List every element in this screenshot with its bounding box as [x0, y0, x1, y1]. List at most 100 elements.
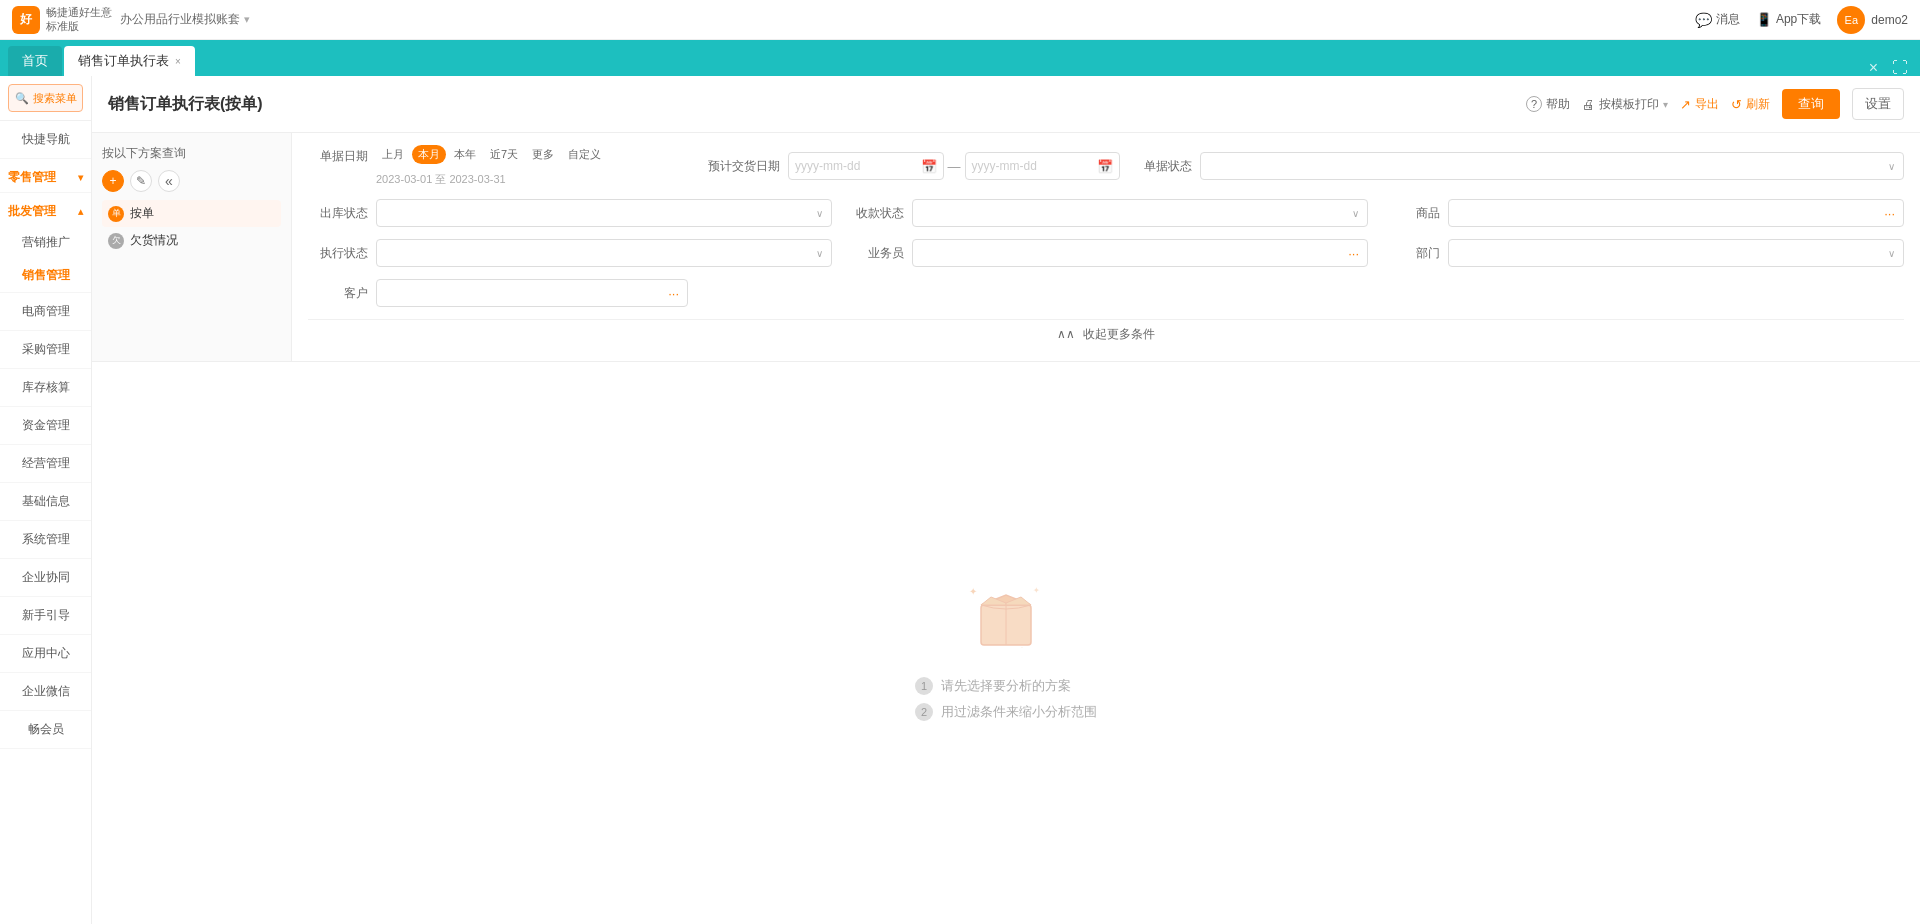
- plus-icon: +: [109, 174, 116, 188]
- content-area: 销售订单执行表(按单) ? 帮助 🖨 按模板打印 ▾ ↗ 导出 ↺ 刷新: [92, 76, 1920, 924]
- goods-more-icon[interactable]: ···: [1884, 206, 1895, 221]
- expected-date-label: 预计交货日期: [700, 158, 780, 175]
- export-label: 导出: [1695, 96, 1719, 113]
- date-tab-this-month[interactable]: 本月: [412, 145, 446, 164]
- sidebar-item-shortcut[interactable]: 快捷导航: [0, 121, 91, 159]
- logo-area: 好 畅捷通好生意 标准版: [12, 6, 112, 34]
- tab-close-icon[interactable]: ×: [175, 56, 181, 67]
- sidebar-section-title-wholesale[interactable]: 批发管理 ▴: [0, 193, 91, 226]
- tab-home[interactable]: 首页: [8, 46, 62, 76]
- date-separator: —: [948, 159, 961, 174]
- main-layout: 🔍 搜索菜单 快捷导航 零售管理 ▾ 批发管理 ▴ 营销推广 销售管理: [0, 76, 1920, 924]
- scheme-item-dot-debt: 欠: [108, 233, 124, 249]
- svg-text:·: ·: [1021, 644, 1023, 651]
- scheme-collapse-button[interactable]: «: [158, 170, 180, 192]
- export-button[interactable]: ↗ 导出: [1680, 96, 1719, 113]
- svg-text:✦: ✦: [969, 586, 977, 597]
- sidebar-item-ecom[interactable]: 电商管理: [0, 293, 91, 331]
- exec-dropdown-icon: ∨: [816, 248, 823, 259]
- collapse-arrow-icon: ∧∧: [1057, 327, 1075, 341]
- help-button[interactable]: ? 帮助: [1526, 96, 1570, 113]
- settings-button[interactable]: 设置: [1852, 88, 1904, 120]
- date-tab-more[interactable]: 更多: [526, 145, 560, 164]
- salesperson-select[interactable]: ···: [912, 239, 1368, 267]
- filter-row-1: 单据日期 上月 本月 本年 近7天 更多 自定义 2023: [308, 145, 1904, 187]
- help-icon: ?: [1526, 96, 1542, 112]
- sidebar-item-purchase[interactable]: 采购管理: [0, 331, 91, 369]
- outbound-select[interactable]: ∨: [376, 199, 832, 227]
- calendar-icon-from: 📅: [921, 159, 937, 174]
- customer-more-icon[interactable]: ···: [668, 286, 679, 301]
- help-label: 帮助: [1546, 96, 1570, 113]
- app-logo-text: 畅捷通好生意 标准版: [46, 6, 112, 32]
- sidebar-item-inventory[interactable]: 库存核算: [0, 369, 91, 407]
- outbound-dropdown-icon: ∨: [816, 208, 823, 219]
- collapse-more-button[interactable]: ∧∧ 收起更多条件: [308, 319, 1904, 349]
- print-icon: 🖨: [1582, 97, 1595, 112]
- sidebar-item-appstore[interactable]: 应用中心: [0, 635, 91, 673]
- export-icon: ↗: [1680, 97, 1691, 112]
- expected-date-to-input[interactable]: yyyy-mm-dd 📅: [965, 152, 1121, 180]
- refresh-button[interactable]: ↺ 刷新: [1731, 96, 1770, 113]
- tab-active-label: 销售订单执行表: [78, 52, 169, 70]
- refresh-label: 刷新: [1746, 96, 1770, 113]
- window-close-button[interactable]: ×: [1865, 60, 1882, 76]
- sidebar-item-sales[interactable]: 销售管理: [0, 259, 91, 292]
- date-tab-custom[interactable]: 自定义: [562, 145, 607, 164]
- payment-select[interactable]: ∨: [912, 199, 1368, 227]
- sidebar-item-finance[interactable]: 资金管理: [0, 407, 91, 445]
- sidebar-item-system[interactable]: 系统管理: [0, 521, 91, 559]
- filter-field-goods: 商品 ···: [1380, 199, 1904, 227]
- dept-select[interactable]: ∨: [1448, 239, 1904, 267]
- salesperson-more-icon[interactable]: ···: [1348, 246, 1359, 261]
- sidebar-item-marketing[interactable]: 营销推广: [0, 226, 91, 259]
- date-to-placeholder: yyyy-mm-dd: [972, 159, 1037, 173]
- scheme-edit-button[interactable]: ✎: [130, 170, 152, 192]
- filter-panel: 按以下方案查询 + ✎ « 单: [92, 133, 1920, 362]
- order-status-label: 单据状态: [1132, 158, 1192, 175]
- empty-tip-1: 1 请先选择要分析的方案: [915, 677, 1097, 695]
- scheme-item-dot-order: 单: [108, 206, 124, 222]
- topbar-left: 好 畅捷通好生意 标准版 办公用品行业模拟账套 ▾: [12, 6, 250, 34]
- expected-date-from-input[interactable]: yyyy-mm-dd 📅: [788, 152, 944, 180]
- print-dropdown-icon[interactable]: ▾: [1663, 99, 1668, 110]
- scheme-item-debt[interactable]: 欠 欠货情况: [102, 227, 281, 254]
- customer-select[interactable]: ···: [376, 279, 688, 307]
- sidebar-item-operation[interactable]: 经营管理: [0, 445, 91, 483]
- print-button[interactable]: 🖨 按模板打印 ▾: [1582, 96, 1668, 113]
- breadcrumb-dropdown-icon[interactable]: ▾: [244, 13, 250, 26]
- app-download-label: App下载: [1776, 11, 1821, 28]
- empty-box-svg: ✦ ✦ ·: [961, 575, 1051, 655]
- retail-chevron-icon: ▾: [78, 172, 83, 183]
- sidebar-section-title-retail[interactable]: 零售管理 ▾: [0, 159, 91, 192]
- app-logo-icon: 好: [12, 6, 40, 34]
- sidebar-item-enterprise[interactable]: 企业协同: [0, 559, 91, 597]
- goods-select[interactable]: ···: [1448, 199, 1904, 227]
- empty-tip-2-text: 用过滤条件来缩小分析范围: [941, 703, 1097, 721]
- sidebar-item-basic[interactable]: 基础信息: [0, 483, 91, 521]
- query-button[interactable]: 查询: [1782, 89, 1840, 119]
- window-expand-button[interactable]: ⛶: [1888, 60, 1912, 76]
- date-range-expected: yyyy-mm-dd 📅 — yyyy-mm-dd 📅: [788, 152, 1120, 180]
- message-button[interactable]: 💬 消息: [1695, 11, 1740, 28]
- message-label: 消息: [1716, 11, 1740, 28]
- dept-label: 部门: [1380, 245, 1440, 262]
- date-tab-this-year[interactable]: 本年: [448, 145, 482, 164]
- sidebar-item-wechat[interactable]: 企业微信: [0, 673, 91, 711]
- filter-field-dept: 部门 ∨: [1380, 239, 1904, 267]
- scheme-add-button[interactable]: +: [102, 170, 124, 192]
- sidebar-item-newbie[interactable]: 新手引导: [0, 597, 91, 635]
- scheme-item-by-order[interactable]: 单 按单: [102, 200, 281, 227]
- sidebar-item-member[interactable]: 畅会员: [0, 711, 91, 749]
- tab-sales-order-exec[interactable]: 销售订单执行表 ×: [64, 46, 195, 76]
- app-download-button[interactable]: 📱 App下载: [1756, 11, 1821, 28]
- user-profile-button[interactable]: Ea demo2: [1837, 6, 1908, 34]
- sidebar-section-retail: 零售管理 ▾: [0, 159, 91, 193]
- date-tab-7days[interactable]: 近7天: [484, 145, 524, 164]
- order-status-select[interactable]: ∨: [1200, 152, 1904, 180]
- search-menu-button[interactable]: 🔍 搜索菜单: [8, 84, 83, 112]
- print-label: 按模板打印: [1599, 96, 1659, 113]
- exec-status-select[interactable]: ∨: [376, 239, 832, 267]
- date-tab-last-month[interactable]: 上月: [376, 145, 410, 164]
- topbar-right: 💬 消息 📱 App下载 Ea demo2: [1695, 6, 1908, 34]
